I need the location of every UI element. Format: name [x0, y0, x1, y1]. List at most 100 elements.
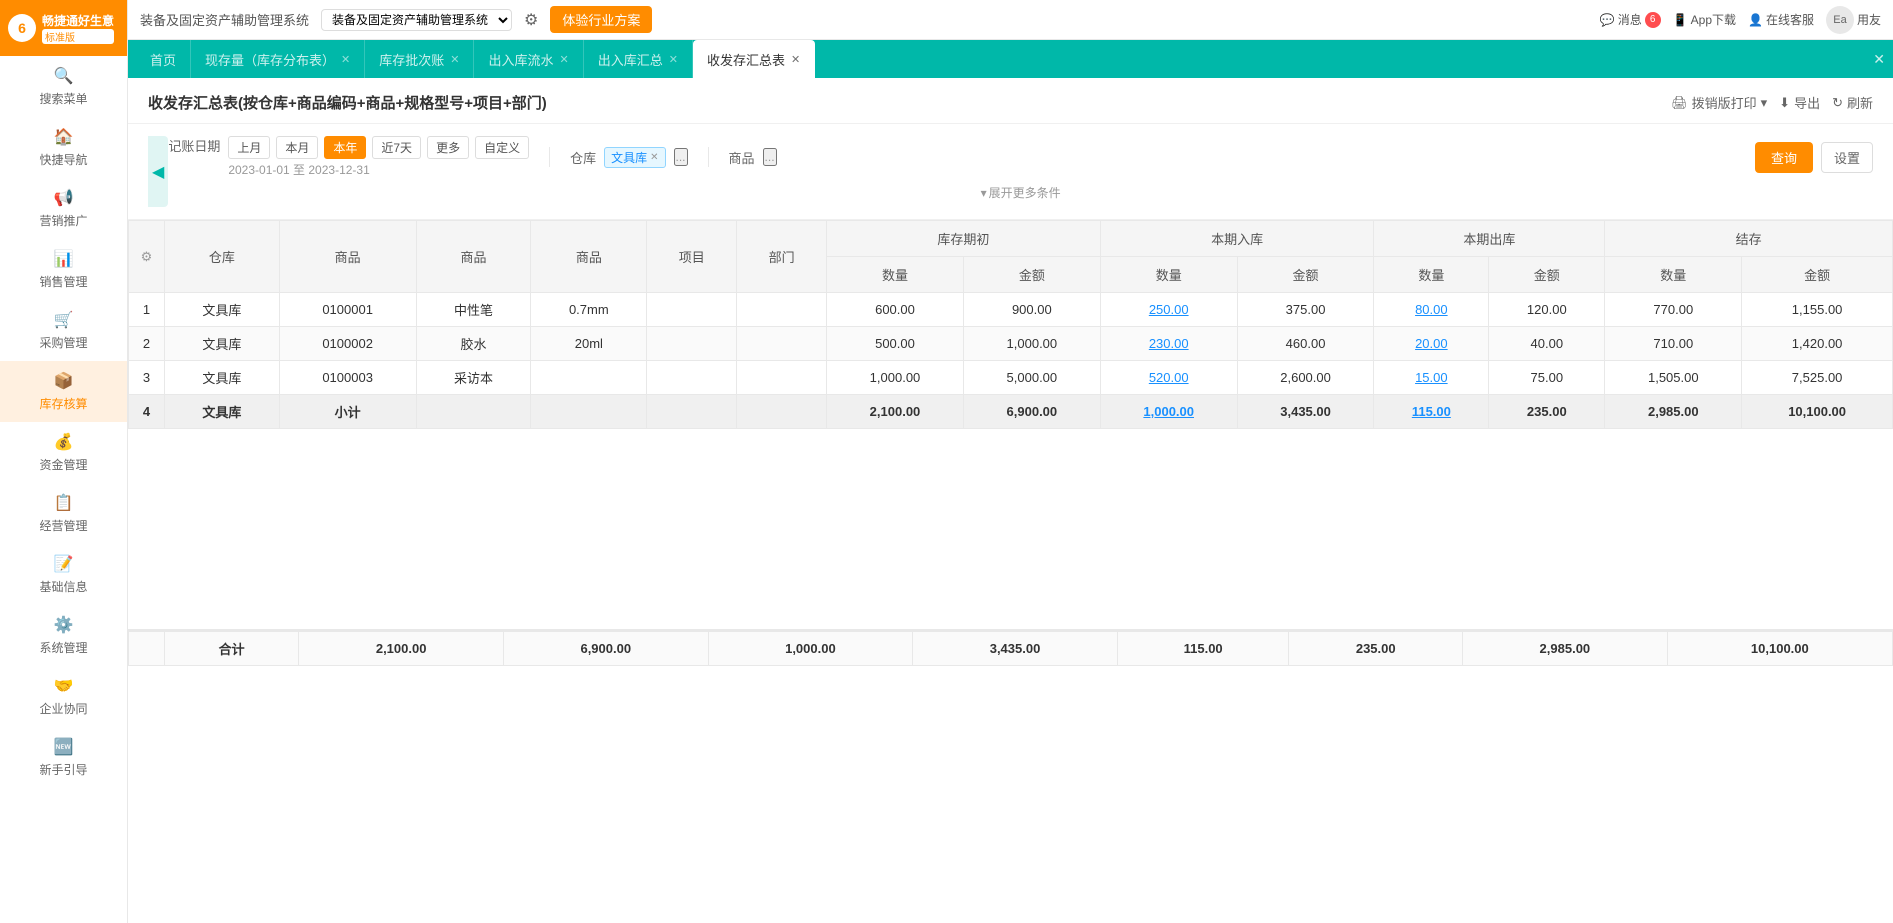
tab-batch-label: 库存批次账 [379, 50, 444, 69]
th-group-closing: 结存 [1605, 221, 1893, 257]
sidebar-item-guide[interactable]: 🆕 新手引导 [0, 727, 127, 788]
th-in-qty: 数量 [1100, 257, 1237, 293]
tab-stock-dist[interactable]: 现存量（库存分布表） ✕ [191, 40, 365, 78]
tab-batch[interactable]: 库存批次账 ✕ [365, 40, 474, 78]
sidebar-label-base-info: 基础信息 [39, 578, 87, 595]
row1-out-qty[interactable]: 80.00 [1374, 293, 1489, 327]
date-more[interactable]: 更多 [427, 136, 469, 159]
subtotal-in-qty[interactable]: 1,000.00 [1100, 395, 1237, 429]
tab-inout-flow[interactable]: 出入库流水 ✕ [474, 40, 583, 78]
warehouse-tag-remove[interactable]: ✕ [650, 152, 658, 163]
row1-opening-amt: 900.00 [963, 293, 1100, 327]
goods-more-btn[interactable]: ... [763, 148, 777, 166]
date-this-year[interactable]: 本年 [324, 136, 366, 159]
row1-in-qty[interactable]: 250.00 [1100, 293, 1237, 327]
sidebar-item-finance[interactable]: 💰 资金管理 [0, 422, 127, 483]
tab-home[interactable]: 首页 [136, 40, 191, 78]
export-button[interactable]: ⬇ 导出 [1779, 93, 1820, 112]
row2-out-amt: 40.00 [1489, 327, 1605, 361]
search-icon: 🔍 [54, 66, 74, 86]
th-closing-amt: 金额 [1742, 257, 1893, 293]
subtotal-out-amt: 235.00 [1489, 395, 1605, 429]
tab-inout-summary[interactable]: 出入库汇总 ✕ [584, 40, 693, 78]
row2-in-qty[interactable]: 230.00 [1100, 327, 1237, 361]
row2-dept [737, 327, 827, 361]
row3-out-qty[interactable]: 15.00 [1374, 361, 1489, 395]
sidebar-item-corp[interactable]: 🤝 企业协同 [0, 666, 127, 727]
row2-warehouse: 文具库 [165, 327, 280, 361]
sidebar-label-marketing: 营销推广 [39, 212, 87, 229]
setting-button[interactable]: 设置 [1821, 142, 1873, 173]
row1-no: 1 [129, 293, 165, 327]
app-download-action[interactable]: 📱 App下载 [1673, 11, 1736, 28]
query-button[interactable]: 查询 [1755, 142, 1813, 173]
sidebar-item-inventory[interactable]: 📦 库存核算 [0, 361, 127, 422]
tab-inout-flow-close[interactable]: ✕ [560, 53, 569, 66]
row3-project [647, 361, 737, 395]
avatar: Ea [1826, 6, 1854, 34]
date-this-month[interactable]: 本月 [276, 136, 318, 159]
expand-filter-btn[interactable]: ▾ 展开更多条件 [981, 184, 1061, 201]
tab-inout-summary-close[interactable]: ✕ [669, 53, 678, 66]
system-selector[interactable]: 装备及固定资产辅助管理系统 [321, 9, 512, 31]
date-custom[interactable]: 自定义 [475, 136, 529, 159]
table-wrap: ⚙ 仓库 商品 商品 商品 项目 部门 库存期初 本期入库 本期出库 结存 [128, 220, 1893, 429]
sidebar-item-marketing[interactable]: 📢 营销推广 [0, 178, 127, 239]
subtotal-closing-amt: 10,100.00 [1742, 395, 1893, 429]
subtotal-closing-qty: 2,985.00 [1605, 395, 1742, 429]
table-row: 2 文具库 0100002 胶水 20ml 500.00 1,000.00 23… [129, 327, 1893, 361]
subtotal-no: 4 [129, 395, 165, 429]
tab-recv-send-close[interactable]: ✕ [791, 53, 800, 66]
row2-opening-amt: 1,000.00 [963, 327, 1100, 361]
sidebar-item-sales[interactable]: 📊 销售管理 [0, 239, 127, 300]
row1-goods-code: 0100001 [279, 293, 416, 327]
row3-in-qty[interactable]: 520.00 [1100, 361, 1237, 395]
print-button[interactable]: 🖨 拨销版打印 ▾ [1671, 93, 1767, 112]
sidebar-item-base-info[interactable]: 📝 基础信息 [0, 544, 127, 605]
print-chevron: ▾ [1761, 95, 1768, 111]
online-service-action[interactable]: 👤 在线客服 [1748, 11, 1814, 28]
online-service-label: 在线客服 [1766, 11, 1814, 28]
row1-dept [737, 293, 827, 327]
row2-closing-qty: 710.00 [1605, 327, 1742, 361]
tab-stock-dist-close[interactable]: ✕ [341, 53, 350, 66]
base-info-icon: 📝 [54, 554, 74, 574]
warehouse-more-btn[interactable]: ... [674, 148, 688, 166]
row2-out-qty[interactable]: 20.00 [1374, 327, 1489, 361]
th-group-out: 本期出库 [1374, 221, 1605, 257]
row3-closing-amt: 7,525.00 [1742, 361, 1893, 395]
filter-area: ◀ 记账日期 上月 本月 本年 近7天 [128, 124, 1893, 220]
subtotal-empty2 [531, 395, 647, 429]
experience-button[interactable]: 体验行业方案 [550, 6, 652, 33]
subtotal-row: 4 文具库 小计 2,100.00 6,900.00 1,000.00 3,43… [129, 395, 1893, 429]
refresh-button[interactable]: ↻ 刷新 [1832, 93, 1873, 112]
subtotal-warehouse: 文具库 [165, 395, 280, 429]
warehouse-tag-text: 文具库 [611, 149, 647, 166]
date-7days[interactable]: 近7天 [372, 136, 421, 159]
sidebar-item-purchase[interactable]: 🛒 采购管理 [0, 300, 127, 361]
table-row: 1 文具库 0100001 中性笔 0.7mm 600.00 900.00 25… [129, 293, 1893, 327]
filter-section: ◀ 记账日期 上月 本月 本年 近7天 [148, 136, 1873, 207]
date-buttons: 上月 本月 本年 近7天 更多 自定义 [228, 136, 529, 159]
close-all-tabs[interactable]: ✕ [1873, 51, 1885, 68]
tab-batch-close[interactable]: ✕ [450, 53, 459, 66]
user-action[interactable]: Ea 用友 [1826, 6, 1881, 34]
filter-action-buttons: 查询 设置 [1755, 142, 1873, 173]
message-icon: 💬 [1600, 13, 1615, 27]
sidebar-item-quick-nav[interactable]: 🏠 快捷导航 [0, 117, 127, 178]
sidebar-item-business[interactable]: 📋 经营管理 [0, 483, 127, 544]
data-table: ⚙ 仓库 商品 商品 商品 项目 部门 库存期初 本期入库 本期出库 结存 [128, 220, 1893, 429]
sidebar-item-system[interactable]: ⚙️ 系统管理 [0, 605, 127, 666]
warehouse-filter-label: 仓库 [570, 148, 596, 167]
date-range-display: 2023-01-01 至 2023-12-31 [228, 161, 529, 178]
collapse-button[interactable]: ◀ [148, 136, 168, 207]
message-action[interactable]: 💬 消息 6 [1600, 11, 1661, 28]
expand-chevron-icon: ▾ [981, 186, 987, 200]
subtotal-out-qty[interactable]: 115.00 [1374, 395, 1489, 429]
tab-recv-send[interactable]: 收发存汇总表 ✕ [693, 40, 815, 78]
sidebar-item-search[interactable]: 🔍 搜索菜单 [0, 56, 127, 117]
table-settings-icon[interactable]: ⚙ [141, 249, 153, 264]
date-last-month[interactable]: 上月 [228, 136, 270, 159]
filter-main: 记账日期 上月 本月 本年 近7天 更多 自定义 20 [168, 136, 1873, 207]
settings-icon-btn[interactable]: ⚙ [524, 10, 538, 30]
